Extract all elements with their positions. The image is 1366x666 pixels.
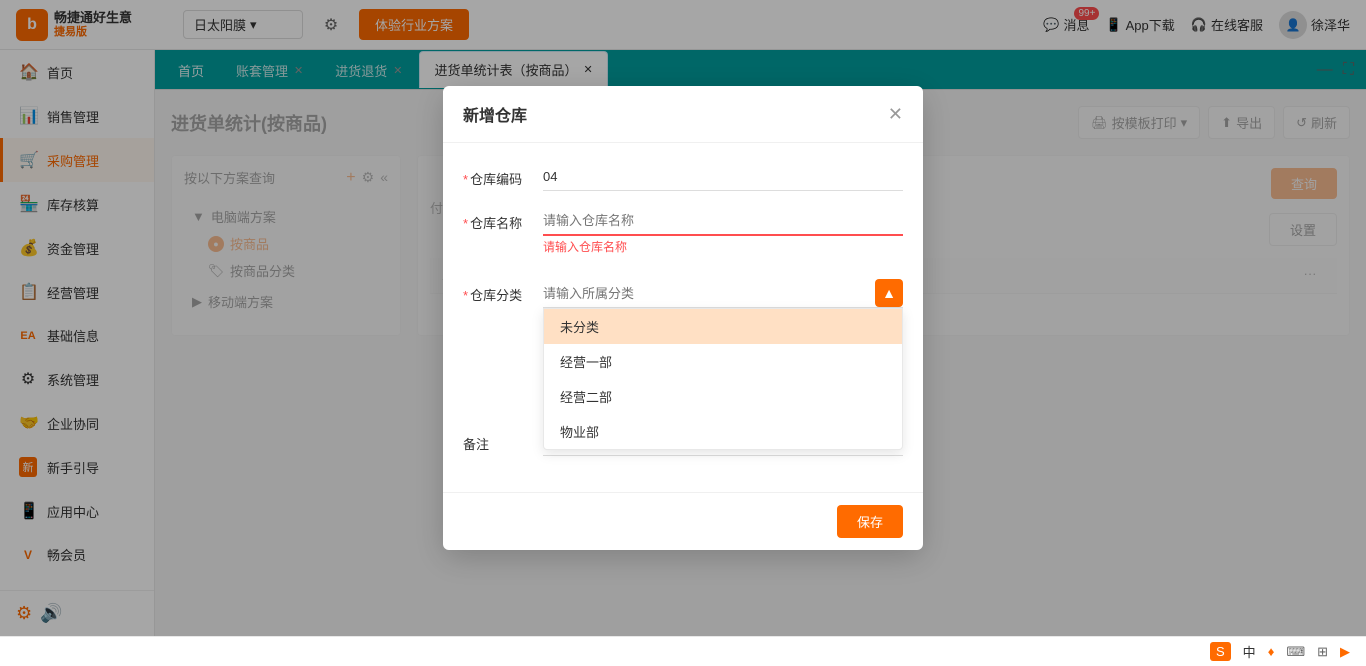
category-dropdown: 未分类 经营一部 经营二部 物业部	[543, 308, 903, 450]
modal-title: 新增仓库	[463, 102, 527, 126]
layout: 🏠 首页 📊 销售管理 🛒 采购管理 🏪 库存核算 💰 资金管理 📋 经营管理 …	[0, 50, 1366, 636]
name-label: 仓库名称	[463, 207, 543, 232]
modal-header: 新增仓库 ✕	[443, 90, 923, 143]
dropdown-item-dept1[interactable]: 经营一部	[544, 344, 902, 379]
modal-body: 仓库编码 仓库名称 请输入仓库名称	[443, 143, 923, 492]
status-play-icon[interactable]: ▶	[1340, 644, 1350, 660]
category-input[interactable]	[543, 280, 875, 307]
remarks-label: 备注	[463, 428, 543, 453]
category-input-container: ▲	[543, 279, 903, 308]
code-label: 仓库编码	[463, 163, 543, 188]
status-cn-icon[interactable]: S	[1210, 642, 1231, 661]
modal-overlay: 新增仓库 ✕ 仓库编码 仓库名称	[155, 90, 1366, 636]
status-dot-icon[interactable]: ♦	[1268, 644, 1275, 659]
add-warehouse-modal: 新增仓库 ✕ 仓库编码 仓库名称	[443, 90, 923, 550]
main-content: 首页 账套管理 ✕ 进货退货 ✕ 进货单统计表（按商品） ✕ — ⛶	[155, 50, 1366, 636]
status-keyboard-icon[interactable]: ⌨	[1286, 644, 1305, 660]
form-row-category: 仓库分类 ▲ 未分类 经营一部 经营二部	[463, 279, 903, 308]
modal-footer: 保存	[443, 492, 923, 550]
name-field-wrap: 请输入仓库名称	[543, 207, 903, 255]
status-zh-icon[interactable]: 中	[1243, 642, 1256, 661]
form-row-name: 仓库名称 请输入仓库名称	[463, 207, 903, 255]
page-content-wrapper: 进货单统计(按商品) 🖨 按模板打印 ▾ ⬆ 导出 ↺	[155, 90, 1366, 636]
name-error: 请输入仓库名称	[543, 238, 903, 255]
save-button[interactable]: 保存	[837, 505, 903, 538]
dropdown-item-property[interactable]: 物业部	[544, 414, 902, 449]
category-toggle-button[interactable]: ▲	[875, 279, 903, 307]
category-label: 仓库分类	[463, 279, 543, 304]
dropdown-item-dept2[interactable]: 经营二部	[544, 379, 902, 414]
form-row-code: 仓库编码	[463, 163, 903, 191]
status-grid-icon[interactable]: ⊞	[1317, 644, 1328, 660]
modal-close-button[interactable]: ✕	[888, 104, 903, 125]
dropdown-item-uncategorized[interactable]: 未分类	[544, 309, 902, 344]
code-input[interactable]	[543, 163, 903, 191]
category-field-wrap: ▲ 未分类 经营一部 经营二部 物业部	[543, 279, 903, 308]
status-bar: S 中 ♦ ⌨ ⊞ ▶	[0, 636, 1366, 666]
name-input[interactable]	[543, 207, 903, 236]
